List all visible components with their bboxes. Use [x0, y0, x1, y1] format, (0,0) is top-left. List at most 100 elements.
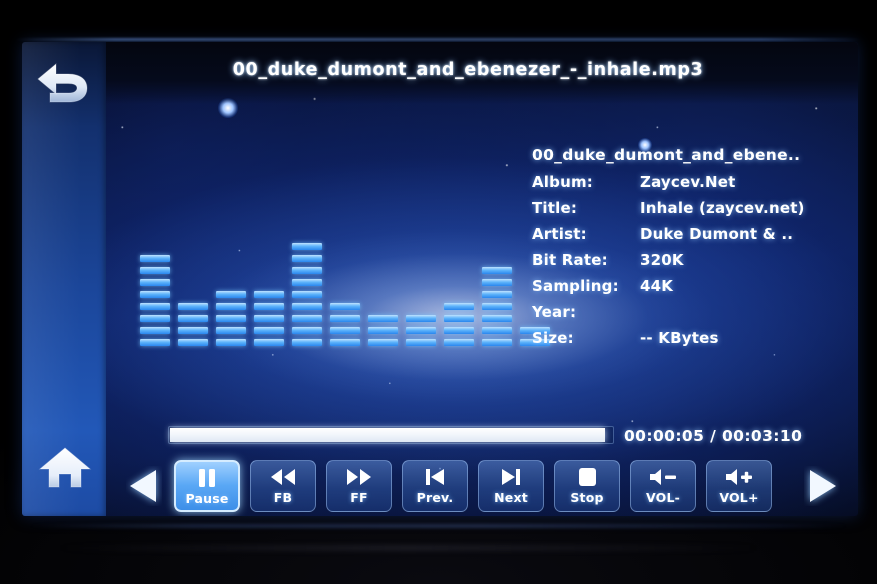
spectrum-segment	[140, 291, 170, 298]
spectrum-segment	[482, 315, 512, 322]
spectrum-segment	[140, 279, 170, 286]
spectrum-column	[406, 315, 436, 346]
spectrum-segment	[482, 291, 512, 298]
back-arrow-icon	[37, 62, 88, 103]
spectrum-segment	[216, 303, 246, 310]
spectrum-segment	[178, 339, 208, 346]
metadata-row: Title: Inhale (zaycev.net)	[532, 199, 858, 217]
metadata-label-year: Year:	[532, 303, 577, 321]
bezel-top-highlight	[14, 38, 863, 41]
stop-button[interactable]: Stop	[554, 460, 620, 512]
fast-forward-icon	[346, 466, 372, 488]
rewind-icon	[270, 466, 296, 488]
spectrum-segment	[444, 327, 474, 334]
track-metadata-panel: 00_duke_dumont_and_ebene.. Album: Zaycev…	[532, 146, 858, 355]
spectrum-segment	[216, 291, 246, 298]
spectrum-analyzer	[140, 194, 550, 346]
triangle-left-icon	[130, 470, 156, 502]
next-track-button[interactable]: Next	[478, 460, 544, 512]
device-photo: 00_duke_dumont_and_ebenezer_-_inhale.mp3…	[0, 0, 877, 584]
pause-label: Pause	[185, 491, 229, 506]
skip-forward-icon	[499, 466, 523, 488]
pause-icon	[196, 467, 218, 489]
spectrum-segment	[482, 327, 512, 334]
page-next-button[interactable]	[804, 466, 840, 506]
spectrum-segment	[216, 339, 246, 346]
spectrum-segment	[140, 339, 170, 346]
bezel-bottom-highlight	[30, 524, 847, 528]
metadata-row: Artist: Duke Dumont & ..	[532, 225, 858, 243]
spectrum-segment	[140, 267, 170, 274]
metadata-row: Bit Rate: 320K	[532, 251, 858, 269]
spectrum-column	[254, 291, 284, 346]
spectrum-segment	[406, 315, 436, 322]
home-button[interactable]	[38, 442, 92, 492]
spectrum-segment	[178, 315, 208, 322]
home-icon	[38, 447, 92, 488]
metadata-label-album: Album:	[532, 173, 593, 191]
page-prev-button[interactable]	[126, 466, 162, 506]
spectrum-segment	[368, 327, 398, 334]
spectrum-segment	[330, 339, 360, 346]
player-screen: 00_duke_dumont_and_ebenezer_-_inhale.mp3…	[22, 42, 858, 516]
fast-backward-button[interactable]: FB	[250, 460, 316, 512]
pause-button[interactable]: Pause	[174, 460, 240, 512]
metadata-value-album: Zaycev.Net	[640, 173, 736, 191]
spectrum-segment	[482, 279, 512, 286]
volume-up-button[interactable]: VOL+	[706, 460, 772, 512]
spectrum-segment	[216, 315, 246, 322]
spectrum-segment	[444, 303, 474, 310]
spectrum-segment	[254, 303, 284, 310]
fast-forward-button[interactable]: FF	[326, 460, 392, 512]
vol-down-label: VOL-	[645, 490, 681, 505]
spectrum-segment	[330, 327, 360, 334]
triangle-right-icon	[810, 470, 836, 502]
next-label: Next	[494, 490, 528, 505]
control-bar: Pause FB FF Prev. Next Stop VOL- VOL+	[106, 454, 858, 516]
metadata-value-artist: Duke Dumont & ..	[640, 225, 794, 243]
spectrum-segment	[216, 327, 246, 334]
spectrum-segment	[482, 267, 512, 274]
spectrum-segment	[292, 291, 322, 298]
spectrum-segment	[292, 243, 322, 250]
spectrum-column	[216, 291, 246, 346]
spectrum-column	[140, 255, 170, 346]
metadata-label-sampling: Sampling:	[532, 277, 619, 295]
spectrum-segment	[330, 303, 360, 310]
skip-back-icon	[423, 466, 447, 488]
spectrum-segment	[292, 303, 322, 310]
spectrum-column	[444, 303, 474, 346]
spectrum-segment	[444, 339, 474, 346]
spectrum-segment	[178, 327, 208, 334]
spectrum-segment	[292, 255, 322, 262]
spectrum-segment	[254, 315, 284, 322]
progress-bar[interactable]	[168, 426, 614, 444]
spectrum-segment	[292, 315, 322, 322]
spectrum-segment	[140, 315, 170, 322]
fb-label: FB	[273, 490, 293, 505]
spectrum-segment	[330, 315, 360, 322]
spectrum-segment	[292, 279, 322, 286]
metadata-row: Album: Zaycev.Net	[532, 173, 858, 191]
stop-label: Stop	[570, 490, 604, 505]
vol-up-label: VOL+	[719, 490, 759, 505]
spectrum-segment	[292, 339, 322, 346]
back-button[interactable]	[34, 56, 102, 110]
spectrum-segment	[368, 315, 398, 322]
time-display: 00:00:05 / 00:03:10	[624, 427, 803, 445]
spectrum-segment	[140, 327, 170, 334]
metadata-label-bitrate: Bit Rate:	[532, 251, 608, 269]
metadata-row: Year:	[532, 303, 858, 321]
spectrum-segment	[254, 291, 284, 298]
spectrum-segment	[254, 327, 284, 334]
spectrum-segment	[406, 339, 436, 346]
spectrum-segment	[140, 303, 170, 310]
spectrum-segment	[482, 339, 512, 346]
previous-track-button[interactable]: Prev.	[402, 460, 468, 512]
spectrum-column	[482, 267, 512, 346]
spectrum-segment	[444, 315, 474, 322]
metadata-filename: 00_duke_dumont_and_ebene..	[532, 146, 801, 164]
volume-down-button[interactable]: VOL-	[630, 460, 696, 512]
metadata-label-size: Size:	[532, 329, 574, 347]
metadata-row: Size: -- KBytes	[532, 329, 858, 347]
